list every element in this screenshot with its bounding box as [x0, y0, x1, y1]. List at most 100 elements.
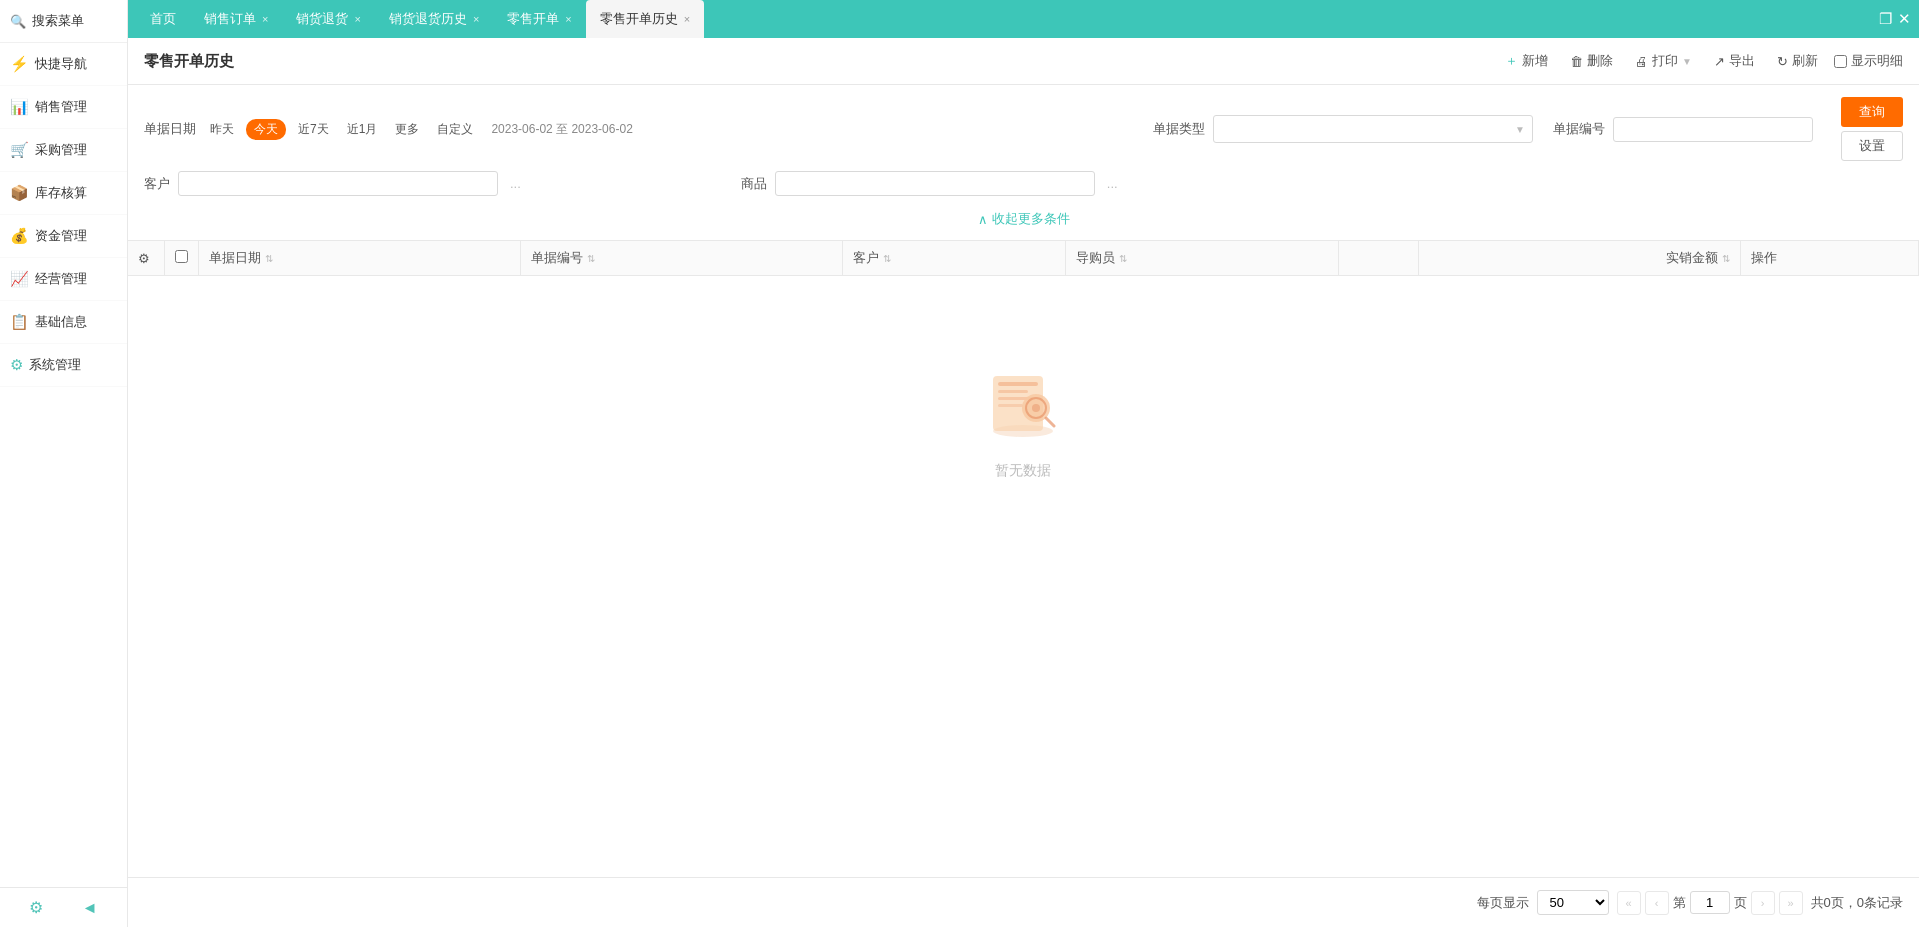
close-window-icon[interactable]: ✕ — [1898, 10, 1911, 28]
goods-dots[interactable]: ... — [1107, 176, 1118, 191]
delete-button[interactable]: 🗑 删除 — [1564, 48, 1619, 74]
tab-sales-return[interactable]: 销货退货 × — [282, 0, 374, 38]
goods-filter: 商品 ... — [741, 171, 1118, 196]
collapse-more[interactable]: ∧ 收起更多条件 — [144, 206, 1903, 228]
query-button[interactable]: 查询 — [1841, 97, 1903, 127]
table-body: 暂无数据 — [128, 276, 1919, 561]
tab-sales-order-close[interactable]: × — [262, 13, 268, 25]
delete-icon: 🗑 — [1570, 54, 1583, 69]
tab-sales-return-history-label: 销货退货历史 — [389, 10, 467, 28]
tab-bar-right: ❐ ✕ — [1879, 10, 1911, 28]
export-label: 导出 — [1729, 52, 1755, 70]
sidebar-item-label: 销售管理 — [35, 98, 87, 116]
sidebar-item-basic-info[interactable]: 📋 基础信息 — [0, 301, 127, 344]
col-date[interactable]: 单据日期 ⇅ — [198, 241, 520, 276]
sidebar-item-operations[interactable]: 📈 经营管理 — [0, 258, 127, 301]
collapse-sidebar-icon[interactable]: ◄ — [82, 899, 98, 917]
tab-sales-order[interactable]: 销售订单 × — [190, 0, 282, 38]
doc-type-label: 单据类型 — [1153, 120, 1205, 138]
tab-retail-history-close[interactable]: × — [684, 13, 690, 25]
query-set-buttons: 查询 设置 — [1841, 97, 1903, 161]
doc-type-select-wrapper: ▼ — [1213, 115, 1533, 143]
select-all-checkbox[interactable] — [175, 250, 188, 263]
doc-no-input[interactable] — [1613, 117, 1813, 142]
tab-sales-return-history[interactable]: 销货退货历史 × — [375, 0, 493, 38]
svg-rect-3 — [998, 390, 1028, 393]
customer-dots[interactable]: ... — [510, 176, 521, 191]
settings-icon[interactable]: ⚙ — [29, 898, 43, 917]
tab-sales-order-label: 销售订单 — [204, 10, 256, 28]
set-button[interactable]: 设置 — [1841, 131, 1903, 161]
col-spacer — [1339, 241, 1419, 276]
date-last1month[interactable]: 近1月 — [341, 119, 384, 140]
prev-page-btn[interactable]: ‹ — [1645, 891, 1669, 915]
date-custom[interactable]: 自定义 — [431, 119, 479, 140]
sidebar-search[interactable]: 🔍 搜索菜单 — [0, 0, 127, 43]
refresh-button[interactable]: ↻ 刷新 — [1771, 48, 1824, 74]
col-guide-sort-icon: ⇅ — [1119, 253, 1127, 264]
display-cols-checkbox[interactable] — [1834, 55, 1847, 68]
tab-retail-history[interactable]: 零售开单历史 × — [586, 0, 704, 38]
page-nav: « ‹ 第 页 › » — [1617, 891, 1803, 915]
print-dropdown-icon: ▼ — [1682, 56, 1692, 67]
date-label: 单据日期 — [144, 120, 196, 138]
export-button[interactable]: ↗ 导出 — [1708, 48, 1761, 74]
sales-mgmt-icon: 📊 — [10, 98, 29, 116]
tab-home[interactable]: 首页 — [136, 0, 190, 38]
print-icon: 🖨 — [1635, 54, 1648, 69]
sidebar-search-label: 搜索菜单 — [32, 12, 84, 30]
system-mgmt-icon: ⚙ — [10, 356, 23, 374]
per-page-label: 每页显示 — [1477, 894, 1529, 912]
col-amount-label: 实销金额 — [1666, 249, 1718, 267]
restore-window-icon[interactable]: ❐ — [1879, 10, 1892, 28]
sidebar-item-system-mgmt[interactable]: ⚙ 系统管理 — [0, 344, 127, 387]
doc-no-filter: 单据编号 — [1553, 117, 1813, 142]
page-suffix: 页 — [1734, 894, 1747, 912]
page-number-input[interactable] — [1690, 891, 1730, 914]
pagination: 每页显示 50 10 20 100 « ‹ 第 页 › » 共0页，0条记录 — [128, 877, 1919, 927]
svg-rect-5 — [998, 404, 1023, 407]
delete-label: 删除 — [1587, 52, 1613, 70]
sidebar-item-finance[interactable]: 💰 资金管理 — [0, 215, 127, 258]
sidebar-item-inventory[interactable]: 📦 库存核算 — [0, 172, 127, 215]
doc-type-select[interactable] — [1213, 115, 1533, 143]
first-page-btn[interactable]: « — [1617, 891, 1641, 915]
col-checkbox[interactable] — [164, 241, 198, 276]
sidebar-item-purchase-mgmt[interactable]: 🛒 采购管理 — [0, 129, 127, 172]
sidebar-item-sales-mgmt[interactable]: 📊 销售管理 — [0, 86, 127, 129]
sidebar-item-label: 系统管理 — [29, 356, 81, 374]
sidebar-item-quick-nav[interactable]: ⚡ 快捷导航 — [0, 43, 127, 86]
sidebar-item-label: 快捷导航 — [35, 55, 87, 73]
tab-retail-history-label: 零售开单历史 — [600, 10, 678, 28]
date-last7days[interactable]: 近7天 — [292, 119, 335, 140]
operations-icon: 📈 — [10, 270, 29, 288]
tab-retail-open[interactable]: 零售开单 × — [493, 0, 585, 38]
goods-input[interactable] — [775, 171, 1095, 196]
date-yesterday[interactable]: 昨天 — [204, 119, 240, 140]
customer-input[interactable] — [178, 171, 498, 196]
col-guide[interactable]: 导购员 ⇅ — [1066, 241, 1339, 276]
date-today[interactable]: 今天 — [246, 119, 286, 140]
tab-home-label: 首页 — [150, 10, 176, 28]
col-doc-no[interactable]: 单据编号 ⇅ — [520, 241, 842, 276]
col-amount[interactable]: 实销金额 ⇅ — [1418, 241, 1740, 276]
empty-state: 暂无数据 — [128, 276, 1919, 560]
next-page-btn[interactable]: › — [1751, 891, 1775, 915]
display-cols-toggle[interactable]: 显示明细 — [1834, 52, 1903, 70]
date-more[interactable]: 更多 — [389, 119, 425, 140]
tab-sales-return-history-close[interactable]: × — [473, 13, 479, 25]
quick-nav-icon: ⚡ — [10, 55, 29, 73]
tab-sales-return-close[interactable]: × — [354, 13, 360, 25]
sidebar-bottom: ⚙ ◄ — [0, 887, 127, 927]
print-button[interactable]: 🖨 打印 ▼ — [1629, 48, 1698, 74]
col-customer[interactable]: 客户 ⇅ — [842, 241, 1066, 276]
sidebar-menu: ⚡ 快捷导航 📊 销售管理 🛒 采购管理 📦 库存核算 💰 资金管理 📈 经营管… — [0, 43, 127, 887]
col-settings[interactable]: ⚙ — [128, 241, 164, 276]
per-page-select[interactable]: 50 10 20 100 — [1537, 890, 1609, 915]
add-button[interactable]: ＋ 新增 — [1499, 48, 1554, 74]
last-page-btn[interactable]: » — [1779, 891, 1803, 915]
add-icon: ＋ — [1505, 52, 1518, 70]
col-customer-label: 客户 — [853, 249, 879, 267]
tab-retail-open-close[interactable]: × — [565, 13, 571, 25]
empty-text: 暂无数据 — [995, 462, 1051, 480]
